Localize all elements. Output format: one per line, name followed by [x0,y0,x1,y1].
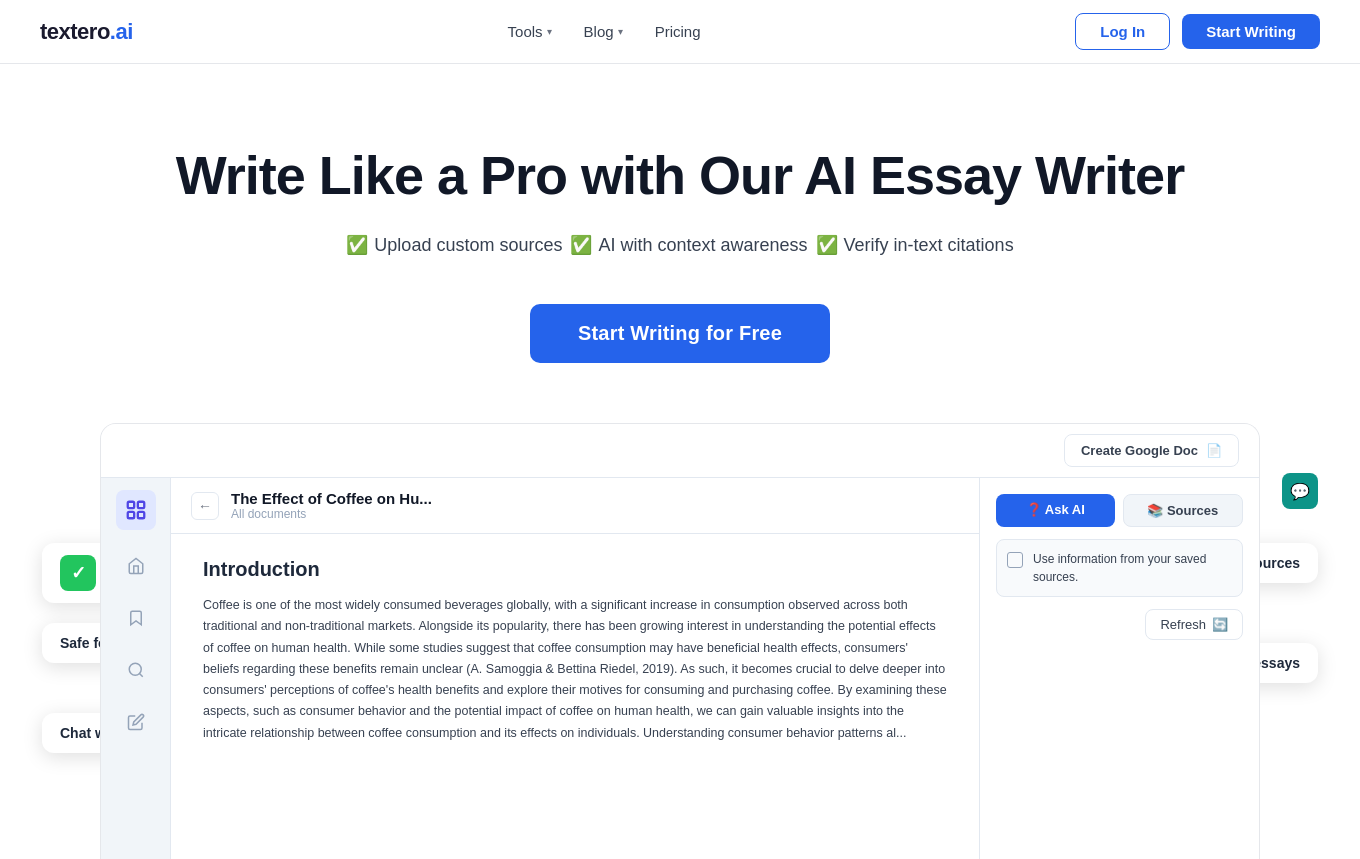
logo[interactable]: textero.ai [40,19,133,45]
sidebar-bookmark-icon[interactable] [120,602,152,634]
app-preview: Create Google Doc 📄 [100,423,1260,859]
hero-check-3: ✅ Verify in-text citations [816,234,1014,256]
ai-panel: ❓ Ask AI 📚 Sources Use information from … [979,478,1259,859]
sidebar-search-icon[interactable] [120,654,152,686]
doc-body[interactable]: Introduction Coffee is one of the most w… [171,534,979,859]
ai-ask-tab[interactable]: ❓ Ask AI [996,494,1115,527]
hero-check-1: ✅ Upload custom sources [346,234,562,256]
nav-center: Tools ▾ Blog ▾ Pricing [508,23,701,40]
sidebar-logo-icon [116,490,156,530]
nav-right: Log In Start Writing [1075,13,1320,50]
preview-wrapper: ✓ Built-in AI detector Safe for academic… [60,423,1300,859]
app-main: ← The Effect of Coffee on Hu... All docu… [171,478,979,859]
nav-blog-label: Blog [584,23,614,40]
create-gdoc-button[interactable]: Create Google Doc 📄 [1064,434,1239,467]
gdoc-icon: 📄 [1206,443,1222,458]
ai-tab-bar: ❓ Ask AI 📚 Sources [996,494,1243,527]
chat-icon-badge: 💬 [1282,473,1318,509]
sidebar-home-icon[interactable] [120,550,152,582]
doc-title-area: The Effect of Coffee on Hu... All docume… [231,490,432,521]
section-title: Introduction [203,558,947,581]
sources-label: Sources [1167,503,1218,518]
gdoc-label: Create Google Doc [1081,443,1198,458]
hero-title: Write Like a Pro with Our AI Essay Write… [40,144,1320,206]
ask-ai-icon: ❓ [1026,502,1042,517]
check-icon-1: ✅ [346,234,368,256]
start-writing-nav-button[interactable]: Start Writing [1182,14,1320,49]
check-icon-3: ✅ [816,234,838,256]
hero-cta-button[interactable]: Start Writing for Free [530,304,830,363]
source-checkbox[interactable] [1007,552,1023,568]
refresh-icon: 🔄 [1212,617,1228,632]
sidebar-edit-icon[interactable] [120,706,152,738]
blog-chevron-icon: ▾ [618,26,623,37]
svg-rect-3 [137,512,143,518]
tools-chevron-icon: ▾ [547,26,552,37]
hero-subtitle: ✅ Upload custom sources ✅ AI with contex… [40,234,1320,256]
refresh-label: Refresh [1160,617,1206,632]
logo-text-main: textero [40,19,110,44]
check-text-1: Upload custom sources [374,235,562,256]
nav-pricing-label: Pricing [655,23,701,40]
back-button[interactable]: ← [191,492,219,520]
source-option: Use information from your saved sources. [996,539,1243,597]
source-option-text: Use information from your saved sources. [1033,550,1232,586]
doc-title: The Effect of Coffee on Hu... [231,490,432,507]
svg-rect-1 [137,502,143,508]
mock-app-body: ← The Effect of Coffee on Hu... All docu… [101,478,1259,859]
green-check-icon: ✓ [60,555,96,591]
refresh-button[interactable]: Refresh 🔄 [1145,609,1243,640]
section-body: Coffee is one of the most widely consume… [203,595,947,744]
svg-rect-2 [127,512,133,518]
ai-sources-tab[interactable]: 📚 Sources [1123,494,1244,527]
navbar: textero.ai Tools ▾ Blog ▾ Pricing Log In… [0,0,1360,64]
doc-header: ← The Effect of Coffee on Hu... All docu… [171,478,979,534]
nav-tools[interactable]: Tools ▾ [508,23,552,40]
doc-subtitle: All documents [231,507,432,521]
check-text-3: Verify in-text citations [844,235,1014,256]
check-text-2: AI with context awareness [598,235,807,256]
svg-point-4 [129,663,141,675]
nav-pricing[interactable]: Pricing [655,23,701,40]
hero-section: Write Like a Pro with Our AI Essay Write… [0,64,1360,423]
svg-rect-0 [127,502,133,508]
check-icon-2: ✅ [570,234,592,256]
hero-check-2: ✅ AI with context awareness [570,234,807,256]
logo-text-accent: .ai [110,19,133,44]
ask-ai-label: Ask AI [1045,502,1085,517]
sources-icon: 📚 [1147,503,1163,518]
login-button[interactable]: Log In [1075,13,1170,50]
nav-blog[interactable]: Blog ▾ [584,23,623,40]
app-top-bar: Create Google Doc 📄 [101,424,1259,478]
app-sidebar [101,478,171,859]
nav-tools-label: Tools [508,23,543,40]
